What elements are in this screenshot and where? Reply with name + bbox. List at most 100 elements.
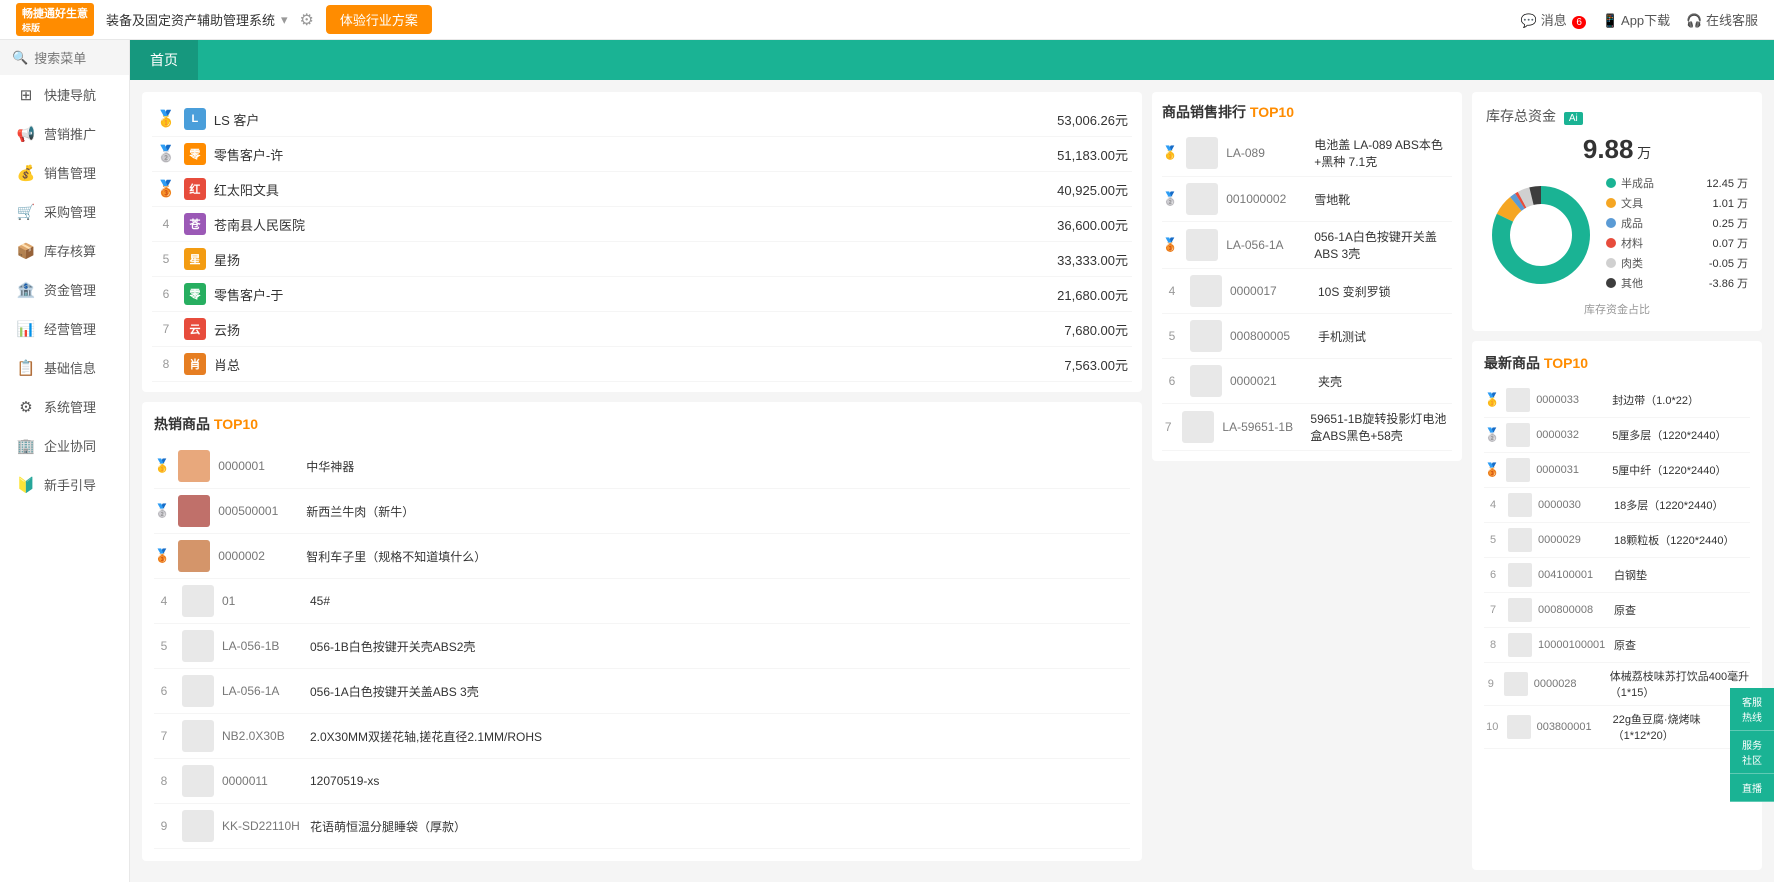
hot-product-row: 7 NB2.0X30B 2.0X30MM双搓花轴,搓花直径2.1MM/ROHS — [154, 714, 1130, 759]
new-product-row: 🥇 0000033 封边带（1.0*22） — [1484, 383, 1750, 418]
product-image-placeholder — [1190, 365, 1222, 397]
inventory-card: 库存总资金 Ai 9.88 万 — [1472, 92, 1762, 331]
product-image-placeholder — [1507, 715, 1531, 739]
customer-name: 云扬 — [214, 320, 1056, 339]
product-name: 056-1A白色按键开关盖ABS 3壳 — [1314, 228, 1452, 262]
sidebar-item-operation[interactable]: 📊 经营管理 — [0, 309, 129, 348]
rank-number: 6 — [1162, 374, 1182, 388]
product-code: 0000032 — [1536, 429, 1606, 441]
guide-icon: 🔰 — [16, 476, 36, 494]
customer-name: 苍南县人民医院 — [214, 215, 1049, 234]
legend-label: 成品 — [1621, 215, 1708, 231]
product-code: 0000021 — [1230, 374, 1310, 388]
rank-number: 4 — [1484, 499, 1502, 511]
sidebar-item-marketing[interactable]: 📢 营销推广 — [0, 114, 129, 153]
sidebar-item-finance[interactable]: 🏦 资金管理 — [0, 270, 129, 309]
customer-badge: 星 — [184, 248, 206, 270]
home-icon: ⊞ — [16, 86, 36, 104]
legend-dot — [1606, 278, 1616, 288]
online-service-btn[interactable]: 🎧 在线客服 — [1686, 10, 1758, 29]
new-product-row: 5 0000029 18颗粒板（1220*2440） — [1484, 523, 1750, 558]
customer-ranking-row: 🥉 红 红太阳文具 40,925.00元 — [152, 172, 1132, 207]
sidebar-item-quick-nav[interactable]: ⊞ 快捷导航 — [0, 75, 129, 114]
sidebar-item-basic[interactable]: 📋 基础信息 — [0, 348, 129, 387]
product-image-placeholder — [1508, 633, 1532, 657]
chevron-down-icon[interactable]: ▾ — [281, 12, 288, 28]
gold-medal-icon: 🥇 — [156, 109, 176, 129]
operation-icon: 📊 — [16, 320, 36, 338]
rank-number: 6 — [156, 287, 176, 301]
customer-ranking: 🥇 L LS 客户 53,006.26元 🥈 零 零售客户-许 51,183.0… — [142, 92, 1142, 392]
inventory-subtitle: 库存资金占比 — [1486, 301, 1748, 317]
bronze-medal-icon: 🥉 — [1162, 237, 1178, 253]
new-product-row: 🥉 0000031 5厘中纤（1220*2440） — [1484, 453, 1750, 488]
sidebar: 🔍 搜索菜单 ⊞ 快捷导航 📢 营销推广 💰 销售管理 🛒 采购管理 📦 库存核… — [0, 40, 130, 882]
rank-number: 10 — [1484, 721, 1501, 733]
product-image-placeholder — [1190, 275, 1222, 307]
mid-ranking-row: 5 000800005 手机测试 — [1162, 314, 1452, 359]
product-image-placeholder — [1508, 493, 1532, 517]
product-image-placeholder — [1508, 598, 1532, 622]
sidebar-item-corp[interactable]: 🏢 企业协同 — [0, 426, 129, 465]
message-btn[interactable]: 💬 消息 6 — [1521, 10, 1586, 29]
float-btn-live[interactable]: 直播 — [1730, 774, 1774, 802]
product-name: 12070519-xs — [310, 774, 379, 788]
search-menu[interactable]: 🔍 搜索菜单 — [0, 40, 129, 75]
sidebar-item-purchase[interactable]: 🛒 采购管理 — [0, 192, 129, 231]
system-icon: ⚙ — [16, 398, 36, 416]
product-image-placeholder — [182, 720, 214, 752]
customer-name: 零售客户-许 — [214, 145, 1049, 164]
finance-icon: 🏦 — [16, 281, 36, 299]
product-name: 电池盖 LA-089 ABS本色+黑种 7.1克 — [1314, 136, 1452, 170]
product-name: 花语萌恒温分腿睡袋（厚款） — [310, 818, 466, 835]
product-name: 白钢垫 — [1614, 567, 1647, 583]
hot-products-title: 热销商品 TOP10 — [154, 414, 1130, 434]
product-image-placeholder — [1504, 672, 1528, 696]
bronze-medal-icon: 🥉 — [1484, 462, 1500, 478]
legend-label: 文具 — [1621, 195, 1708, 211]
customer-amount: 51,183.00元 — [1057, 145, 1128, 164]
silver-medal-icon: 🥈 — [156, 144, 176, 164]
nav-home[interactable]: 首页 — [130, 40, 198, 80]
sidebar-item-guide[interactable]: 🔰 新手引导 — [0, 465, 129, 504]
sidebar-item-inventory[interactable]: 📦 库存核算 — [0, 231, 129, 270]
product-name: 雪地靴 — [1314, 191, 1350, 208]
trial-button[interactable]: 体验行业方案 — [326, 5, 432, 34]
donut-section: 半成品 12.45 万 文具 1.01 万 成品 0.25 万 材料 0.07 … — [1486, 175, 1748, 295]
product-code: 0000033 — [1536, 394, 1606, 406]
inventory-icon: 📦 — [16, 242, 36, 260]
logo: 畅捷通好生意 标版 — [16, 3, 94, 36]
product-name: 封边带（1.0*22） — [1612, 392, 1699, 408]
product-name: 45# — [310, 594, 330, 608]
product-code: 01 — [222, 594, 302, 608]
customer-amount: 21,680.00元 — [1057, 285, 1128, 304]
hot-products-top-label: TOP10 — [214, 416, 258, 432]
product-name: 18颗粒板（1220*2440） — [1614, 532, 1734, 548]
gear-icon[interactable]: ⚙ — [300, 10, 314, 30]
legend-value: 0.07 万 — [1713, 235, 1748, 251]
topbar-right: 💬 消息 6 📱 App下载 🎧 在线客服 — [1521, 10, 1758, 29]
new-products-top-label: TOP10 — [1544, 355, 1588, 371]
sidebar-item-system[interactable]: ⚙ 系统管理 — [0, 387, 129, 426]
product-name: 5厘多层（1220*2440） — [1612, 427, 1726, 443]
product-image-placeholder — [182, 675, 214, 707]
marketing-icon: 📢 — [16, 125, 36, 143]
customer-amount: 53,006.26元 — [1057, 110, 1128, 129]
product-name: 59651-1B旋转投影灯电池盒ABS黑色+58壳 — [1310, 410, 1452, 444]
float-btn-community[interactable]: 服务 社区 — [1730, 731, 1774, 774]
system-selector[interactable]: 装备及固定资产辅助管理系统 ▾ — [106, 10, 288, 29]
panel-mid: 商品销售排行 TOP10 🥇 LA-089 电池盖 LA-089 ABS本色+黑… — [1152, 92, 1462, 870]
sidebar-item-sales[interactable]: 💰 销售管理 — [0, 153, 129, 192]
mid-ranking-row: 4 0000017 10S 变刹罗锁 — [1162, 269, 1452, 314]
customer-ranking-row: 6 零 零售客户-于 21,680.00元 — [152, 277, 1132, 312]
float-buttons: 客服 热线 服务 社区 直播 — [1730, 688, 1774, 802]
app-download-btn[interactable]: 📱 App下载 — [1602, 10, 1670, 29]
product-code: 0000031 — [1536, 464, 1606, 476]
rank-number: 5 — [1162, 329, 1182, 343]
customer-ranking-row: 🥇 L LS 客户 53,006.26元 — [152, 102, 1132, 137]
silver-medal-icon: 🥈 — [1162, 191, 1178, 207]
new-product-row: 🥈 0000032 5厘多层（1220*2440） — [1484, 418, 1750, 453]
rank-number: 7 — [156, 322, 176, 336]
panel-right: 库存总资金 Ai 9.88 万 — [1472, 92, 1762, 870]
float-btn-service[interactable]: 客服 热线 — [1730, 688, 1774, 731]
